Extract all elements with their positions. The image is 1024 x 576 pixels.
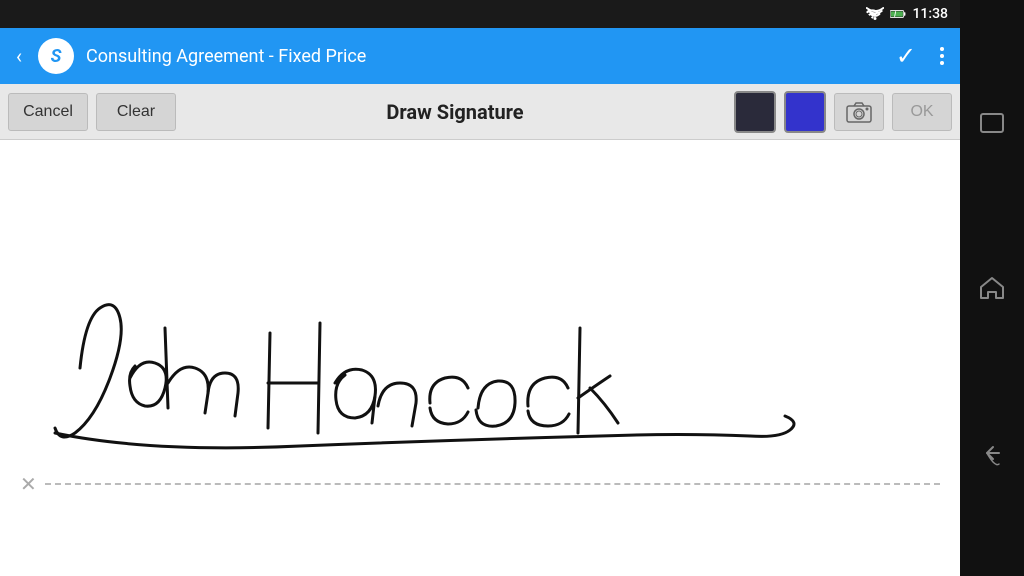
app-logo: S xyxy=(38,38,74,74)
color-blue-swatch[interactable] xyxy=(784,91,826,133)
baseline-line xyxy=(45,483,940,485)
signature-area[interactable]: ✕ xyxy=(0,140,960,576)
signature-baseline: ✕ xyxy=(0,472,960,496)
color-black-swatch[interactable] xyxy=(734,91,776,133)
camera-icon xyxy=(846,101,872,123)
back-icon xyxy=(979,440,1005,466)
back-nav-button[interactable] xyxy=(972,433,1012,473)
top-bar: ‹ S Consulting Agreement - Fixed Price ✓ xyxy=(0,28,960,84)
clear-button[interactable]: Clear xyxy=(96,93,176,131)
status-icons: 11:38 xyxy=(866,6,948,22)
app-title: Consulting Agreement - Fixed Price xyxy=(82,46,880,67)
more-options-button[interactable] xyxy=(932,39,952,73)
home-icon xyxy=(979,275,1005,301)
recent-apps-icon xyxy=(979,112,1005,134)
confirm-button[interactable]: ✓ xyxy=(888,34,924,78)
dot3 xyxy=(940,61,944,65)
x-mark: ✕ xyxy=(20,472,37,496)
signature-canvas[interactable] xyxy=(0,140,960,576)
cancel-button[interactable]: Cancel xyxy=(8,93,88,131)
signature-toolbar: Cancel Clear Draw Signature OK xyxy=(0,84,960,140)
dot1 xyxy=(940,47,944,51)
side-nav xyxy=(960,0,1024,576)
status-time: 11:38 xyxy=(912,6,948,22)
ok-button[interactable]: OK xyxy=(892,93,952,131)
top-bar-actions: ✓ xyxy=(888,34,952,78)
camera-button[interactable] xyxy=(834,93,884,131)
dot2 xyxy=(940,54,944,58)
draw-signature-label: Draw Signature xyxy=(184,100,726,124)
wifi-icon xyxy=(866,7,884,21)
battery-icon xyxy=(890,7,906,21)
status-bar: 11:38 xyxy=(0,0,960,28)
home-button[interactable] xyxy=(972,268,1012,308)
back-button[interactable]: ‹ xyxy=(8,36,30,76)
recent-apps-button[interactable] xyxy=(972,103,1012,143)
